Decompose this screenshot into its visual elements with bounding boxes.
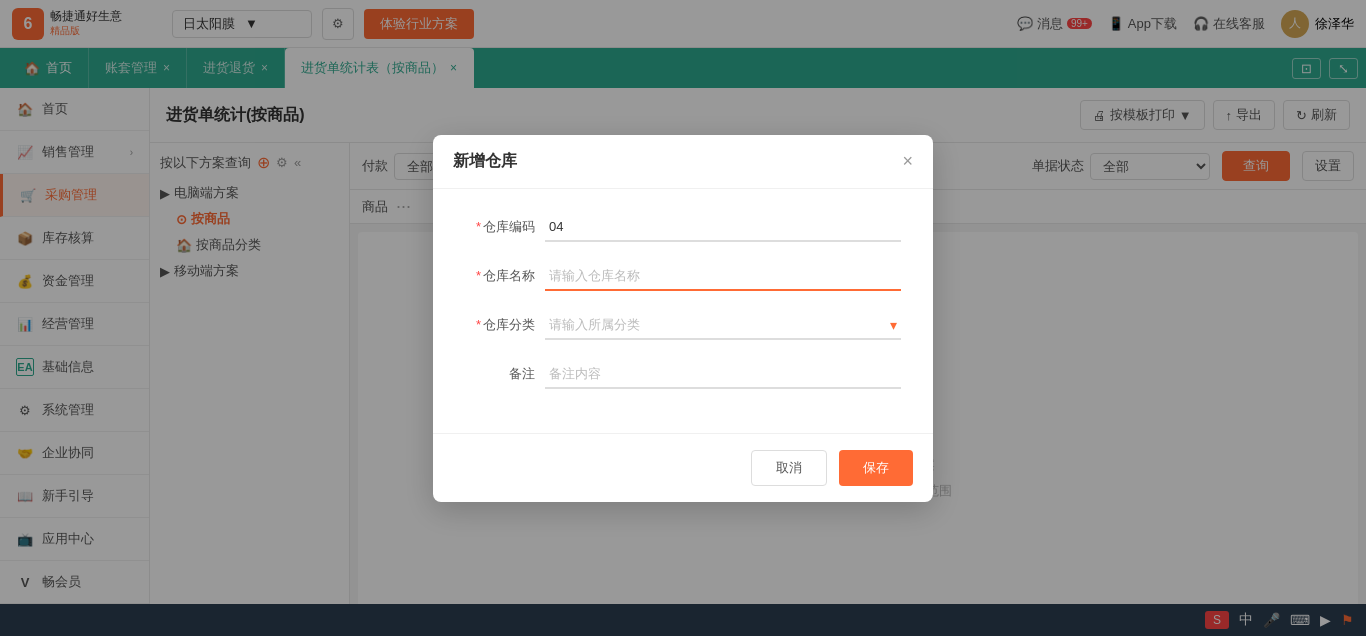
dialog-title: 新增仓库 [453,151,517,172]
warehouse-name-input[interactable] [545,262,901,291]
warehouse-code-label: 仓库编码 [465,218,545,236]
dialog-body: 仓库编码 仓库名称 仓库分类 请输入所属分类 ▾ 备注 [433,189,933,433]
warehouse-name-label: 仓库名称 [465,267,545,285]
new-warehouse-dialog: 新增仓库 × 仓库编码 仓库名称 仓库分类 请输入所属分类 ▾ [433,135,933,502]
cancel-button[interactable]: 取消 [751,450,827,486]
dialog-footer: 取消 保存 [433,433,933,502]
warehouse-code-field: 仓库编码 [465,213,901,242]
warehouse-category-field: 仓库分类 请输入所属分类 ▾ [465,311,901,340]
save-button[interactable]: 保存 [839,450,913,486]
warehouse-note-field: 备注 [465,360,901,389]
warehouse-category-wrapper: 请输入所属分类 ▾ [545,311,901,340]
warehouse-category-label: 仓库分类 [465,316,545,334]
dialog-close-button[interactable]: × [902,152,913,170]
warehouse-note-input[interactable] [545,360,901,389]
dialog-header: 新增仓库 × [433,135,933,189]
dialog-overlay: 新增仓库 × 仓库编码 仓库名称 仓库分类 请输入所属分类 ▾ [0,0,1366,636]
warehouse-code-input[interactable] [545,213,901,242]
warehouse-name-field: 仓库名称 [465,262,901,291]
warehouse-category-select[interactable]: 请输入所属分类 [545,311,901,340]
warehouse-note-label: 备注 [465,365,545,383]
